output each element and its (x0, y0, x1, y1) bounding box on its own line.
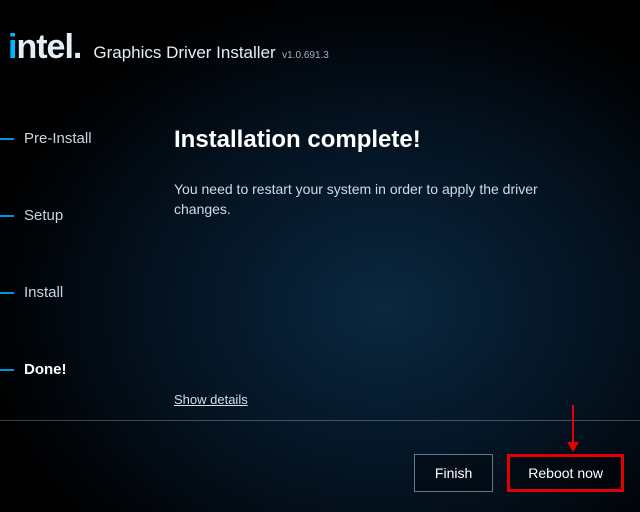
step-tick-icon (0, 292, 14, 294)
divider (0, 420, 640, 421)
finish-button[interactable]: Finish (414, 454, 493, 492)
body-text: You need to restart your system in order… (174, 180, 594, 219)
show-details-link[interactable]: Show details (174, 392, 248, 407)
annotation-arrow-icon (572, 422, 574, 450)
step-install: Install (0, 284, 92, 301)
app-version: v1.0.691.3 (282, 50, 329, 61)
header: intel. Graphics Driver Installer v1.0.69… (0, 0, 640, 67)
step-setup: Setup (0, 207, 92, 224)
step-sidebar: Pre-Install Setup Install Done! (0, 130, 92, 378)
step-label: Pre-Install (24, 130, 92, 147)
step-tick-icon (0, 138, 14, 140)
footer-buttons: Finish Reboot now (414, 454, 624, 492)
app-title: Graphics Driver Installer (93, 43, 275, 62)
step-label: Install (24, 284, 63, 301)
page-heading: Installation complete! (174, 126, 616, 154)
step-done: Done! (0, 361, 92, 378)
step-label: Done! (24, 361, 67, 378)
annotation-arrow-icon (572, 405, 574, 423)
step-label: Setup (24, 207, 63, 224)
step-tick-icon (0, 369, 14, 371)
intel-logo: intel. (8, 28, 81, 67)
main-content: Installation complete! You need to resta… (174, 126, 616, 219)
step-tick-icon (0, 215, 14, 217)
reboot-now-button[interactable]: Reboot now (507, 454, 624, 492)
step-pre-install: Pre-Install (0, 130, 92, 147)
